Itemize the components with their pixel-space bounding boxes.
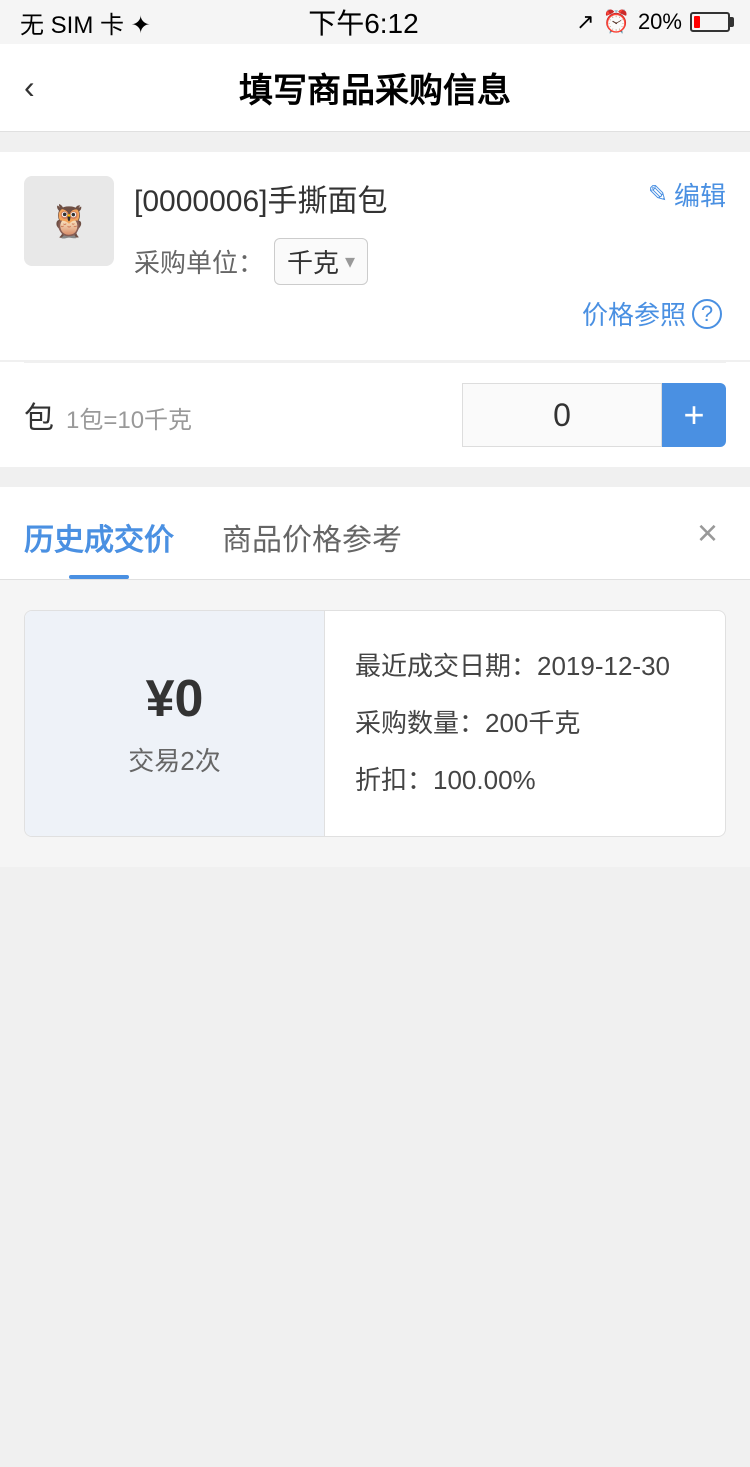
recent-date-label: 最近成交日期： — [355, 651, 537, 681]
recent-date-line: 最近成交日期：2019-12-30 — [355, 647, 695, 686]
unit-value: 千克 — [287, 243, 339, 280]
quantity-input[interactable]: 0 — [462, 383, 662, 447]
edit-label: 编辑 — [674, 176, 726, 213]
product-logo: 🦉 — [49, 205, 89, 237]
purchase-qty-label: 采购数量： — [355, 708, 485, 738]
qty-conversion: 1包=10千克 — [66, 400, 192, 435]
nav-bar: ‹ 填写商品采购信息 — [0, 44, 750, 132]
location-icon: ↗ — [576, 9, 594, 35]
qty-input-wrap: 0 + — [462, 383, 726, 447]
status-right: ↗ ⏰ 20% — [576, 9, 730, 35]
recent-date-value: 2019-12-30 — [537, 651, 670, 681]
page-title: 填写商品采购信息 — [239, 63, 511, 112]
qty-label-wrap: 包 1包=10千克 — [24, 393, 192, 437]
edit-button[interactable]: ✎ 编辑 — [648, 176, 726, 213]
transaction-count: 交易2次 — [128, 741, 220, 778]
product-thumbnail: 🦉 — [24, 176, 114, 266]
dropdown-arrow-icon: ▾ — [345, 249, 355, 274]
tab-content: ¥0 交易2次 最近成交日期：2019-12-30 采购数量：200千克 折扣：… — [0, 580, 750, 867]
quantity-section: 包 1包=10千克 0 + — [0, 362, 750, 467]
tabs-header: 历史成交价 商品价格参考 × — [0, 487, 750, 579]
back-button[interactable]: ‹ — [24, 69, 35, 106]
quantity-plus-button[interactable]: + — [662, 383, 726, 447]
unit-selector[interactable]: 千克 ▾ — [274, 238, 368, 285]
battery-fill — [694, 16, 700, 28]
price-ref-button[interactable]: 价格参照 ? — [582, 295, 722, 332]
product-card: 🦉 [0000006]手撕面包 采购单位： 千克 ▾ ✎ 编辑 价格参照 ? — [0, 152, 750, 360]
discount-line: 折扣：100.00% — [355, 761, 695, 800]
battery-percent: 20% — [638, 9, 682, 35]
discount-value: 100.00% — [433, 765, 536, 795]
purchase-qty-line: 采购数量：200千克 — [355, 704, 695, 743]
price-ref-label: 价格参照 — [582, 295, 686, 332]
purchase-unit-row: 采购单位： 千克 ▾ — [134, 238, 648, 285]
product-header: 🦉 [0000006]手撕面包 采购单位： 千克 ▾ ✎ 编辑 — [24, 176, 726, 285]
status-time: 下午6:12 — [308, 2, 419, 42]
signal-text: 无 SIM 卡 ✦ — [20, 5, 151, 40]
tab-product-price-ref[interactable]: 商品价格参考 — [222, 487, 402, 579]
transaction-summary: ¥0 交易2次 — [25, 611, 325, 836]
product-name: [0000006]手撕面包 — [134, 176, 648, 220]
bottom-space — [0, 867, 750, 1467]
status-bar: 无 SIM 卡 ✦ 下午6:12 ↗ ⏰ 20% — [0, 0, 750, 44]
transaction-details: 最近成交日期：2019-12-30 采购数量：200千克 折扣：100.00% — [325, 611, 725, 836]
quantity-row: 包 1包=10千克 0 + — [24, 362, 726, 467]
battery-indicator — [690, 12, 730, 32]
edit-icon: ✎ — [648, 180, 668, 209]
tabs-section: 历史成交价 商品价格参考 × — [0, 487, 750, 580]
tab-history-price[interactable]: 历史成交价 — [24, 487, 174, 579]
product-info: 🦉 [0000006]手撕面包 采购单位： 千克 ▾ — [24, 176, 648, 285]
tabs-nav: 历史成交价 商品价格参考 — [24, 487, 402, 579]
question-icon: ? — [692, 299, 722, 329]
purchase-unit-label: 采购单位： — [134, 243, 264, 280]
qty-unit: 包 — [24, 393, 54, 437]
status-left: 无 SIM 卡 ✦ — [20, 5, 151, 40]
tabs-close-button[interactable]: × — [689, 504, 726, 562]
alarm-icon: ⏰ — [603, 9, 630, 35]
purchase-qty-value: 200千克 — [485, 708, 580, 738]
discount-label: 折扣： — [355, 765, 433, 795]
transaction-price: ¥0 — [146, 669, 204, 729]
product-meta: [0000006]手撕面包 采购单位： 千克 ▾ — [134, 176, 648, 285]
transaction-card: ¥0 交易2次 最近成交日期：2019-12-30 采购数量：200千克 折扣：… — [24, 610, 726, 837]
battery-icon — [690, 12, 730, 32]
